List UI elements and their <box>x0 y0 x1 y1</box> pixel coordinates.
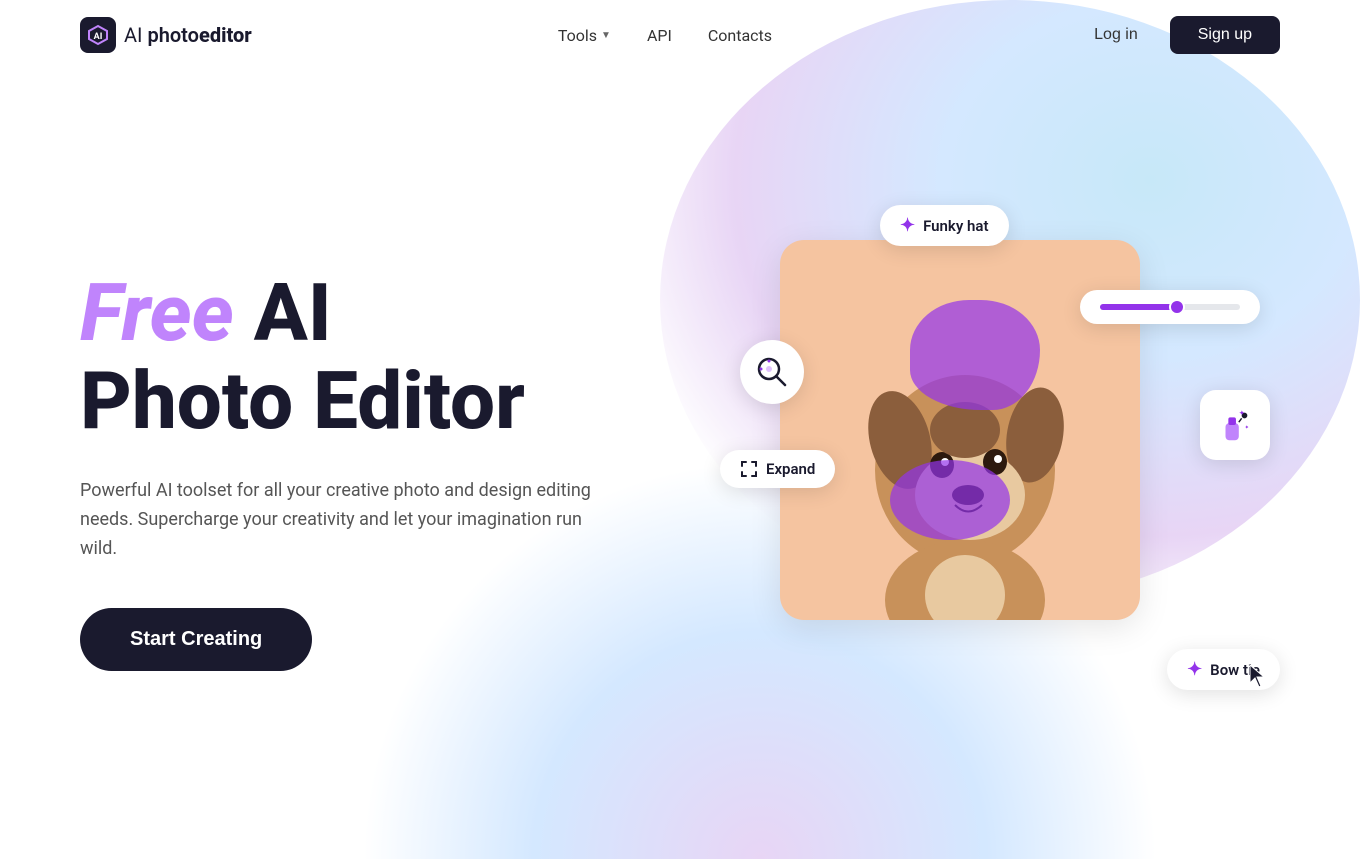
logo[interactable]: AI AI photoeditor <box>80 17 252 53</box>
dog-svg <box>780 240 1140 620</box>
dog-card <box>780 240 1140 620</box>
start-creating-button[interactable]: Start Creating <box>80 608 312 671</box>
hero-left: Free AI Photo Editor Powerful AI toolset… <box>80 269 600 670</box>
expand-icon <box>740 460 758 478</box>
hero-illustration: ✦ Funky hat <box>720 190 1280 750</box>
sparkle-icon: ✦ <box>900 215 915 236</box>
cursor-arrow <box>1248 663 1270 689</box>
hero-subtitle: Powerful AI toolset for all your creativ… <box>80 477 600 563</box>
collar-blob <box>890 460 1010 540</box>
svg-text:AI: AI <box>94 32 103 42</box>
magic-wand-chip: ✦ ✦ <box>1200 390 1270 460</box>
magic-wand-icon: ✦ ✦ <box>1216 405 1254 445</box>
svg-text:✦: ✦ <box>1245 424 1250 431</box>
hat-blob <box>910 300 1040 410</box>
logo-text: AI photoeditor <box>124 23 252 47</box>
nav-api[interactable]: API <box>647 26 672 45</box>
nav-right: Log in Sign up <box>1078 16 1280 54</box>
signup-button[interactable]: Sign up <box>1170 16 1280 54</box>
chevron-down-icon: ▼ <box>601 30 611 41</box>
sparkle-icon-2: ✦ <box>1187 659 1202 680</box>
slider-thumb <box>1169 299 1185 315</box>
nav-contacts[interactable]: Contacts <box>708 26 772 45</box>
logo-icon: AI <box>80 17 116 53</box>
navigation: AI AI photoeditor Tools ▼ API Contacts L… <box>0 0 1360 70</box>
hero-section: Free AI Photo Editor Powerful AI toolset… <box>0 70 1360 850</box>
cursor-icon <box>1248 663 1270 695</box>
nav-center: Tools ▼ API Contacts <box>558 26 772 45</box>
login-button[interactable]: Log in <box>1078 18 1154 52</box>
svg-text:✦: ✦ <box>1239 409 1246 418</box>
hero-title: Free AI Photo Editor <box>80 269 600 445</box>
nav-tools[interactable]: Tools ▼ <box>558 26 611 45</box>
